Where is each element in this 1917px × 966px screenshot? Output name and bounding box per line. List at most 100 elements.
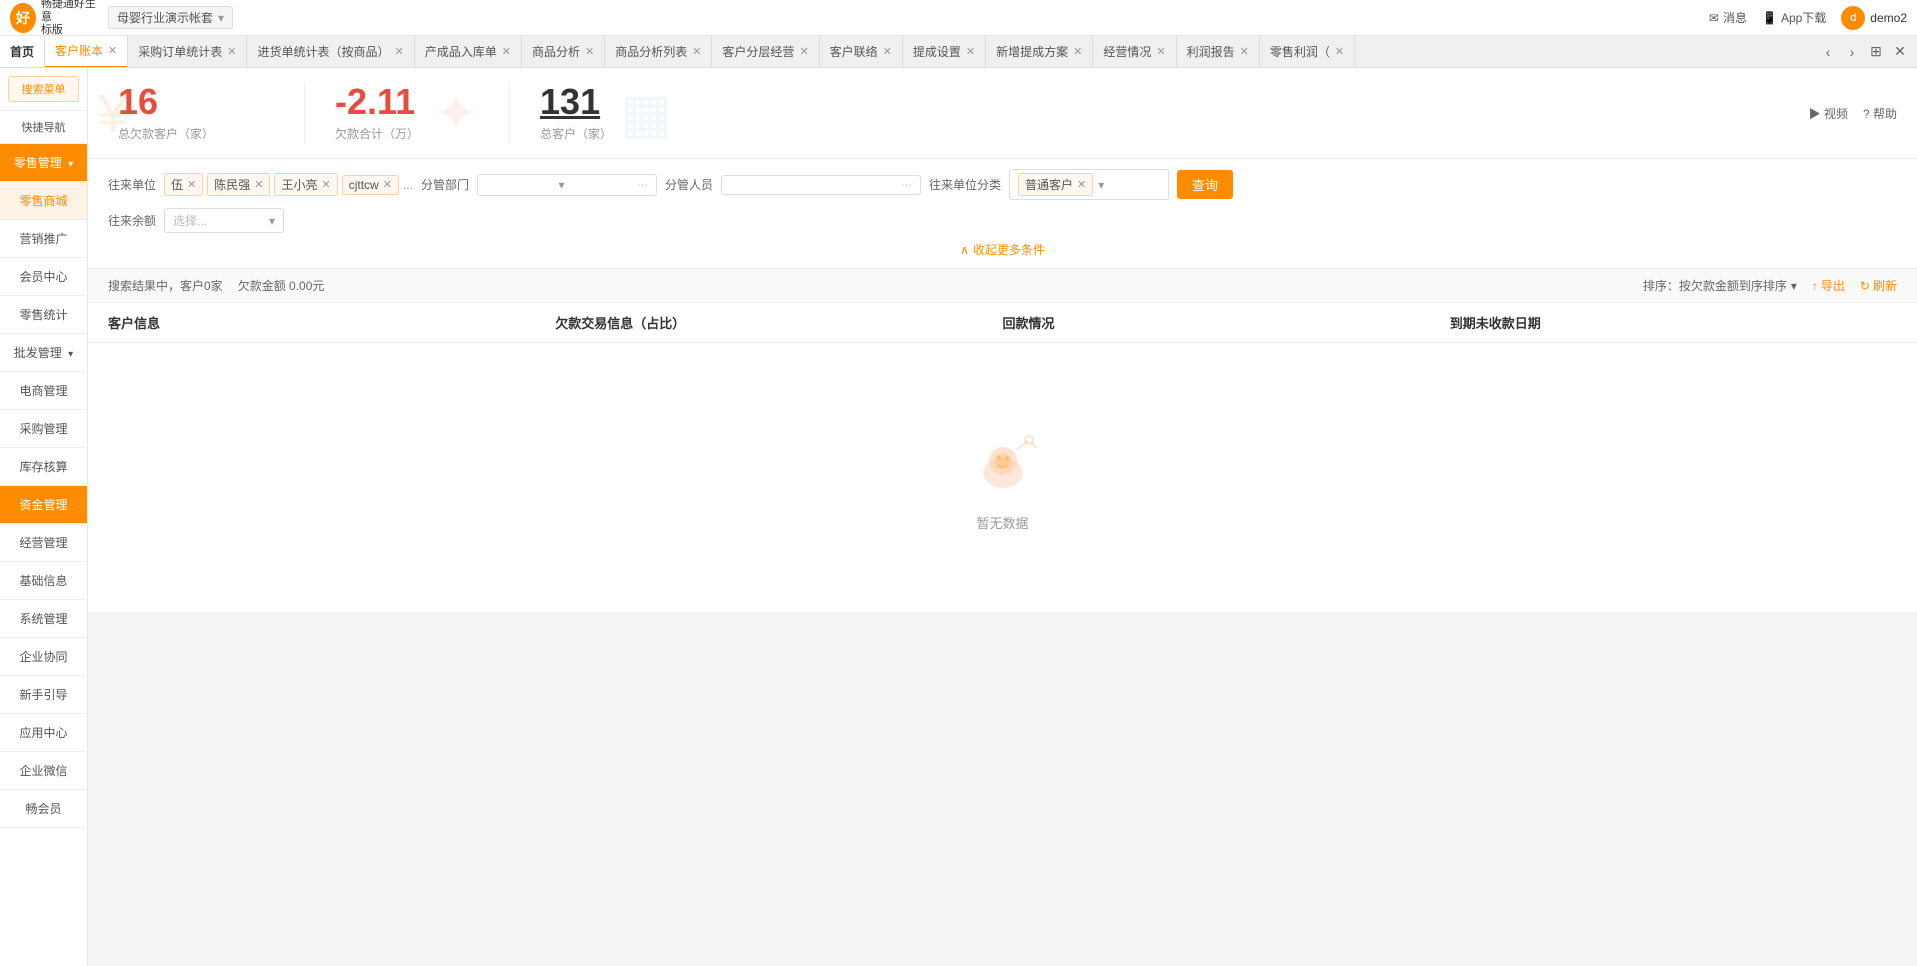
sidebar-item-operation-mgmt[interactable]: 经营管理 [0, 524, 87, 562]
filter-tag-wu: 伍 ✕ [164, 173, 203, 196]
messages-button[interactable]: ✉ 消息 [1709, 9, 1747, 26]
search-menu-button[interactable]: 搜索菜单 [8, 76, 79, 102]
export-button[interactable]: ↑ 导出 [1812, 277, 1845, 294]
sidebar-item-retail-stats[interactable]: 零售统计 [0, 296, 87, 334]
sidebar-item-wholesale-mgmt[interactable]: 批发管理 ▾ [0, 334, 87, 372]
refresh-button[interactable]: ↻ 刷新 [1860, 277, 1897, 294]
tab-promotion-settings[interactable]: 提成设置 ✕ [903, 36, 986, 68]
remove-tag-wang[interactable]: ✕ [322, 178, 331, 191]
sidebar-item-app-center[interactable]: 应用中心 [0, 714, 87, 752]
unit-class-select[interactable]: 普通客户 ✕ ▾ [1009, 169, 1169, 200]
app-download-button[interactable]: 📱 App下载 [1762, 9, 1826, 26]
result-bar: 搜索结果中，客户0家 欠款金额 0.00元 排序：按欠款金额到序排序 ▾ ↑ 导… [88, 269, 1917, 303]
logo-text: 畅捷通好生意 标版 [41, 0, 98, 37]
filter-more-button[interactable]: ... [403, 178, 413, 192]
sidebar-item-purchase-mgmt[interactable]: 采购管理 [0, 410, 87, 448]
sidebar-item-retail-mall[interactable]: 零售商城 [0, 182, 87, 220]
stat1-value: 16 [118, 84, 214, 120]
tab-product-analysis[interactable]: 商品分析 ✕ [522, 36, 605, 68]
unit-label: 往来单位 [108, 176, 156, 193]
query-button[interactable]: 查询 [1177, 170, 1233, 199]
tab-profit-report[interactable]: 利润报告 ✕ [1177, 36, 1260, 68]
tab-home[interactable]: 首页 [0, 36, 45, 68]
company-selector[interactable]: 母婴行业演示帐套 ▾ [108, 6, 233, 29]
tab-close-icon[interactable]: ✕ [502, 45, 511, 58]
tab-prev-button[interactable]: ‹ [1816, 40, 1840, 64]
dept-label: 分管部门 [421, 176, 469, 193]
clear-dept-icon[interactable]: ··· [637, 179, 648, 191]
help-icon: ? [1863, 107, 1870, 121]
sidebar-item-retail-mgmt[interactable]: 零售管理 ▾ [0, 144, 87, 182]
remove-tag-wu[interactable]: ✕ [187, 178, 196, 191]
sidebar-item-finance-mgmt[interactable]: 资金管理 [0, 486, 87, 524]
app-icon: 📱 [1762, 11, 1777, 25]
filter-bar: 往来单位 伍 ✕ 陈民强 ✕ 王小亮 ✕ cjttcw [88, 159, 1917, 269]
help-button[interactable]: ? 帮助 [1863, 105, 1897, 122]
filter-row-1: 往来单位 伍 ✕ 陈民强 ✕ 王小亮 ✕ cjttcw [108, 169, 1897, 200]
tab-production-inbound[interactable]: 产成品入库单 ✕ [415, 36, 522, 68]
person-select[interactable]: ··· [721, 175, 921, 195]
remove-tag-cjttcw[interactable]: ✕ [383, 178, 392, 191]
sidebar-item-system-mgmt[interactable]: 系统管理 [0, 600, 87, 638]
tab-menu-button[interactable]: ⊞ [1864, 40, 1888, 64]
stat1-icon: ¥ [98, 81, 129, 145]
tab-close-icon[interactable]: ✕ [395, 45, 404, 58]
sidebar-item-newcomer-guide[interactable]: 新手引导 [0, 676, 87, 714]
clear-person-icon[interactable]: ··· [901, 179, 912, 191]
sidebar-item-ecommerce-mgmt[interactable]: 电商管理 [0, 372, 87, 410]
tab-customer-segment[interactable]: 客户分层经营 ✕ [712, 36, 819, 68]
tab-close-icon[interactable]: ✕ [585, 45, 594, 58]
tab-incoming-stats[interactable]: 进货单统计表（按商品） ✕ [247, 36, 414, 68]
remainder-select[interactable]: 选择... ▾ [164, 208, 284, 233]
tab-close-icon[interactable]: ✕ [1335, 45, 1344, 58]
dept-select[interactable]: ▾ ··· [477, 174, 657, 196]
remove-tag-chen[interactable]: ✕ [254, 178, 263, 191]
sidebar-quick-nav[interactable]: 快捷导航 [0, 111, 87, 144]
main-layout: 搜索菜单 快捷导航 零售管理 ▾ 零售商城 营销推广 会员中心 零售统计 批发管… [0, 68, 1917, 966]
video-button[interactable]: ▶ 视频 [1809, 105, 1848, 122]
stat3-icon: ▦ [620, 81, 672, 145]
tabbar-controls: ‹ › ⊞ ✕ [1811, 40, 1917, 64]
tab-product-analysis-list[interactable]: 商品分析列表 ✕ [605, 36, 712, 68]
tab-close-icon[interactable]: ✕ [883, 45, 892, 58]
tab-retail-profit[interactable]: 零售利润（ ✕ [1260, 36, 1355, 68]
tab-close-icon[interactable]: ✕ [799, 45, 808, 58]
tab-customer-accounts[interactable]: 客户账本 ✕ [45, 36, 128, 68]
tab-close-icon[interactable]: ✕ [692, 45, 701, 58]
filter-row-2: 往来余额 选择... ▾ [108, 208, 1897, 233]
remove-unit-class-tag[interactable]: ✕ [1077, 178, 1086, 191]
sort-button[interactable]: 排序：按欠款金额到序排序 ▾ [1643, 277, 1797, 294]
col-debt-info: 欠款交易信息（占比） [555, 313, 1002, 332]
sidebar-item-basic-info[interactable]: 基础信息 [0, 562, 87, 600]
tab-business-situation[interactable]: 经营情况 ✕ [1093, 36, 1176, 68]
tab-customer-contacts[interactable]: 客户联络 ✕ [820, 36, 903, 68]
col-payment-status: 回款情况 [1003, 313, 1450, 332]
sidebar-item-enterprise-wechat[interactable]: 企业微信 [0, 752, 87, 790]
tab-next-button[interactable]: › [1840, 40, 1864, 64]
sidebar-item-marketing[interactable]: 营销推广 [0, 220, 87, 258]
tab-purchase-order-stats[interactable]: 采购订单统计表 ✕ [128, 36, 247, 68]
tab-close-all-button[interactable]: ✕ [1888, 40, 1912, 64]
collapse-button[interactable]: ∧ 收起更多条件 [108, 241, 1897, 258]
stat-divider-2 [509, 83, 510, 143]
sidebar-item-inventory[interactable]: 库存核算 [0, 448, 87, 486]
person-label: 分管人员 [665, 176, 713, 193]
tab-close-icon[interactable]: ✕ [108, 44, 117, 57]
chevron-down-icon: ▾ [558, 178, 564, 192]
tab-new-promotion-plan[interactable]: 新增提成方案 ✕ [986, 36, 1093, 68]
tab-close-icon[interactable]: ✕ [1156, 45, 1165, 58]
tab-close-icon[interactable]: ✕ [1073, 45, 1082, 58]
tab-close-icon[interactable]: ✕ [1240, 45, 1249, 58]
sidebar-item-member-center[interactable]: 会员中心 [0, 258, 87, 296]
tab-close-icon[interactable]: ✕ [966, 45, 975, 58]
tabbar: 首页 客户账本 ✕ 采购订单统计表 ✕ 进货单统计表（按商品） ✕ 产成品入库单… [0, 36, 1917, 68]
unit-class-tag: 普通客户 ✕ [1018, 173, 1093, 196]
chevron-down-icon: ▾ [269, 214, 275, 228]
sidebar-item-member[interactable]: 畅会员 [0, 790, 87, 828]
sidebar-item-enterprise-agreement[interactable]: 企业协同 [0, 638, 87, 676]
stat1-label: 总欠款客户（家） [118, 125, 214, 142]
tab-close-icon[interactable]: ✕ [227, 45, 236, 58]
user-profile[interactable]: d demo2 [1841, 6, 1907, 30]
stat-block-1: ¥ 16 总欠款客户（家） [108, 84, 274, 142]
filter-tag-cjttcw: cjttcw ✕ [342, 175, 399, 195]
